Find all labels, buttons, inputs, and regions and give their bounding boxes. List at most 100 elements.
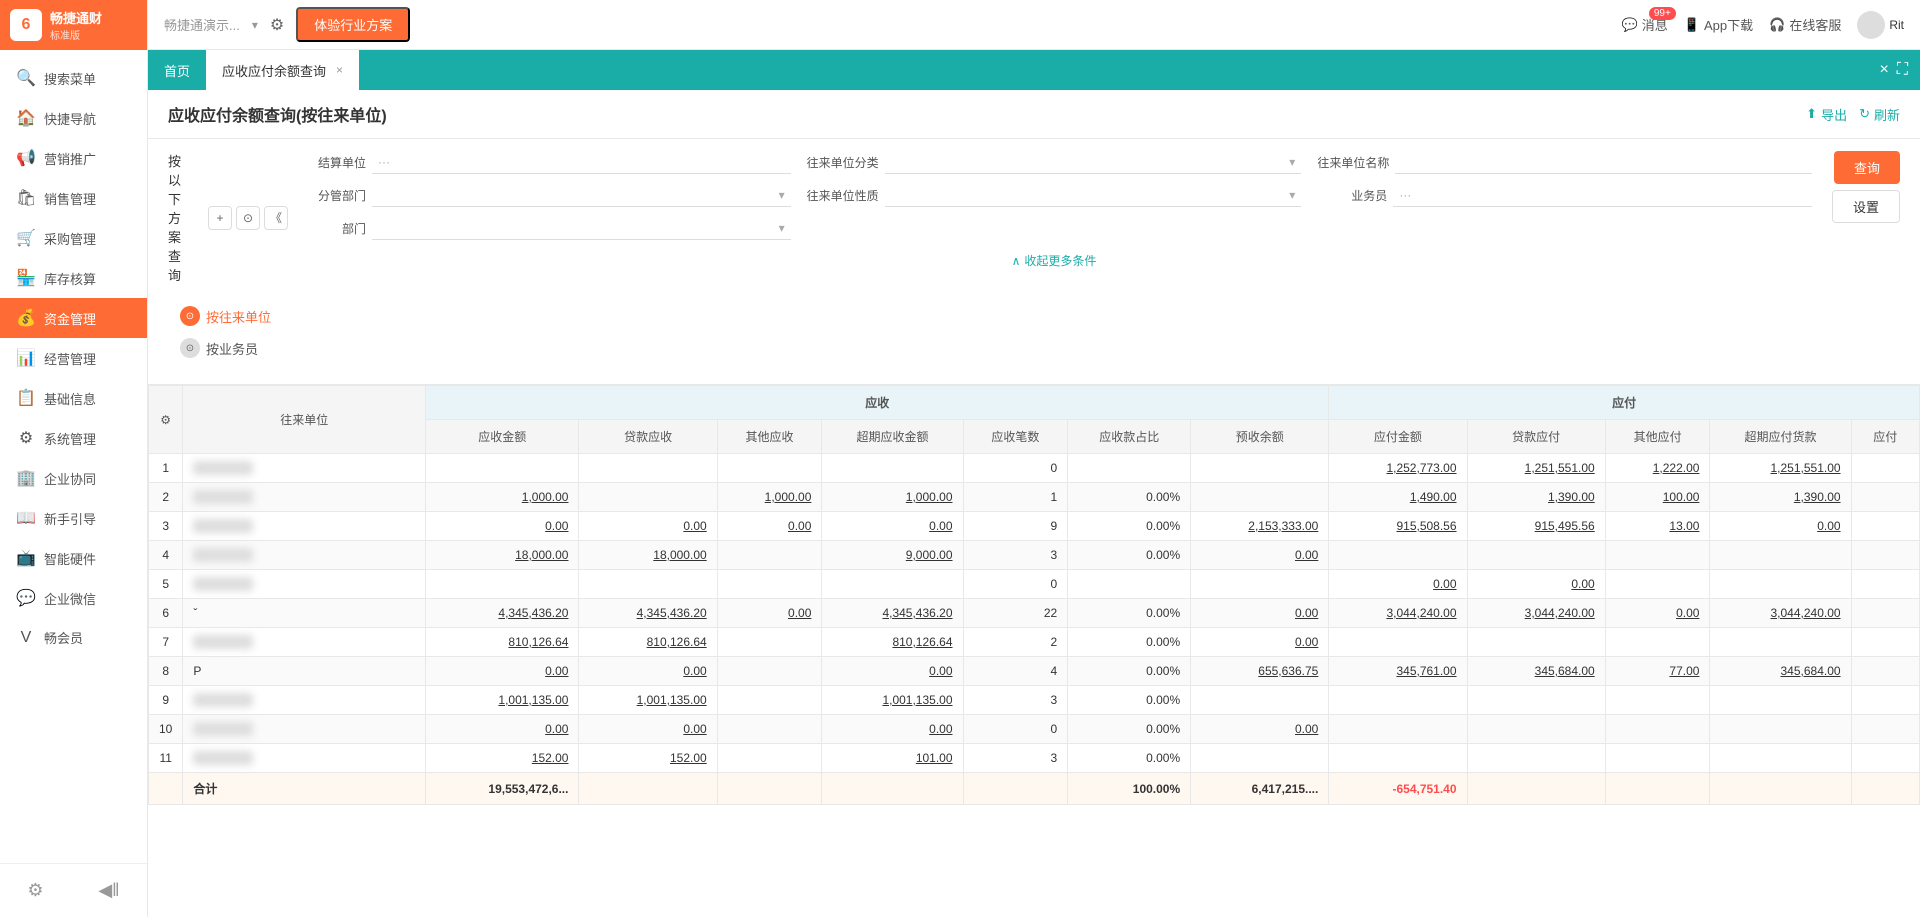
unit-cat-select[interactable]: ▾: [885, 151, 1302, 174]
table-cell-link[interactable]: 1,222.00: [1605, 454, 1710, 483]
table-cell-link[interactable]: 1,390.00: [1467, 483, 1605, 512]
table-cell[interactable]: [717, 541, 822, 570]
table-cell-link[interactable]: 1,251,551.00: [1467, 454, 1605, 483]
table-cell-link[interactable]: 18,000.00: [426, 541, 579, 570]
sidebar-item-newbie[interactable]: 📖 新手引导: [0, 498, 147, 538]
table-cell[interactable]: [717, 686, 822, 715]
table-cell-link[interactable]: 0.00: [1191, 715, 1329, 744]
collapse-more-btn[interactable]: ∧ 收起更多条件: [1006, 246, 1103, 275]
table-cell-link[interactable]: 77.00: [1605, 657, 1710, 686]
table-cell[interactable]: [1467, 541, 1605, 570]
table-cell[interactable]: [717, 715, 822, 744]
table-cell-link[interactable]: 0.00: [717, 599, 822, 628]
sidebar-settings-btn[interactable]: ⚙: [17, 874, 53, 907]
unit-name-input[interactable]: [1395, 151, 1812, 174]
filter-settings-btn[interactable]: ⊙: [236, 206, 260, 230]
table-cell[interactable]: [1605, 570, 1710, 599]
table-cell-link[interactable]: 345,761.00: [1329, 657, 1467, 686]
online-service-button[interactable]: 🎧 在线客服: [1769, 15, 1841, 34]
table-cell-link[interactable]: 0.00: [822, 657, 963, 686]
table-cell-link[interactable]: 13.00: [1605, 512, 1710, 541]
salesman-input[interactable]: ···: [1393, 184, 1812, 207]
dept-manage-select[interactable]: ▾: [372, 184, 791, 207]
sidebar-item-hardware[interactable]: 📺 智能硬件: [0, 538, 147, 578]
unit-nature-select[interactable]: ▾: [885, 184, 1302, 207]
table-cell-link[interactable]: 655,636.75: [1191, 657, 1329, 686]
sidebar-item-bizmanage[interactable]: 📊 经营管理: [0, 338, 147, 378]
table-cell-link[interactable]: 18,000.00: [579, 541, 717, 570]
table-cell-link[interactable]: 0.00: [1191, 541, 1329, 570]
table-cell[interactable]: [579, 483, 717, 512]
table-cell-link[interactable]: 0.00: [579, 512, 717, 541]
table-cell-link[interactable]: 1,000.00: [822, 483, 963, 512]
table-cell-link[interactable]: 1,251,551.00: [1710, 454, 1851, 483]
table-cell-link[interactable]: 3,044,240.00: [1710, 599, 1851, 628]
app-download-button[interactable]: 📱 App下载: [1684, 15, 1753, 34]
refresh-button[interactable]: ↻ 刷新: [1859, 105, 1900, 124]
table-cell-link[interactable]: 152.00: [426, 744, 579, 773]
table-cell[interactable]: [717, 657, 822, 686]
table-cell[interactable]: [1191, 686, 1329, 715]
tab-ar-ap-query[interactable]: 应收应付余额查询 ×: [206, 50, 359, 90]
table-cell[interactable]: [1851, 686, 1919, 715]
window-close-button[interactable]: ×: [1879, 61, 1888, 79]
table-cell[interactable]: [1851, 512, 1919, 541]
table-cell-link[interactable]: 1,001,135.00: [822, 686, 963, 715]
table-cell[interactable]: [717, 570, 822, 599]
sidebar-item-finance[interactable]: 💰 资金管理: [0, 298, 147, 338]
sidebar-item-purchase[interactable]: 🛒 采购管理: [0, 218, 147, 258]
table-cell[interactable]: [1191, 483, 1329, 512]
table-cell-link[interactable]: 1,252,773.00: [1329, 454, 1467, 483]
sidebar-item-inventory[interactable]: 🏪 库存核算: [0, 258, 147, 298]
table-cell[interactable]: [579, 454, 717, 483]
table-cell[interactable]: [1710, 628, 1851, 657]
table-cell-link[interactable]: 810,126.64: [822, 628, 963, 657]
table-cell[interactable]: [1329, 686, 1467, 715]
table-cell[interactable]: [1851, 744, 1919, 773]
table-cell-link[interactable]: 0.00: [1467, 570, 1605, 599]
table-cell[interactable]: [1467, 686, 1605, 715]
sidebar-item-marketing[interactable]: 📢 营销推广: [0, 138, 147, 178]
table-cell[interactable]: [1851, 570, 1919, 599]
settings-gear-icon[interactable]: ⚙: [270, 15, 284, 35]
table-cell-link[interactable]: 0.00: [579, 715, 717, 744]
user-menu[interactable]: Rit: [1857, 11, 1904, 39]
table-cell-link[interactable]: 0.00: [426, 512, 579, 541]
promo-button[interactable]: 体验行业方案: [296, 7, 410, 42]
messages-button[interactable]: 💬 消息 99+: [1622, 15, 1668, 34]
export-button[interactable]: ⬆ 导出: [1806, 105, 1847, 124]
table-cell-link[interactable]: 100.00: [1605, 483, 1710, 512]
filter-add-btn[interactable]: +: [208, 206, 232, 230]
table-cell-link[interactable]: 0.00: [822, 512, 963, 541]
table-cell[interactable]: [1851, 483, 1919, 512]
table-cell[interactable]: [1329, 628, 1467, 657]
table-cell-link[interactable]: 2,153,333.00: [1191, 512, 1329, 541]
table-cell[interactable]: [717, 744, 822, 773]
table-cell[interactable]: [1710, 570, 1851, 599]
table-cell-link[interactable]: 3,044,240.00: [1329, 599, 1467, 628]
table-cell[interactable]: [1329, 715, 1467, 744]
table-cell-link[interactable]: 4,345,436.20: [426, 599, 579, 628]
workspace-arrow[interactable]: ▾: [252, 18, 258, 32]
table-cell-link[interactable]: 0.00: [717, 512, 822, 541]
table-cell[interactable]: [1851, 541, 1919, 570]
table-cell-link[interactable]: 1,390.00: [1710, 483, 1851, 512]
table-cell-link[interactable]: 810,126.64: [579, 628, 717, 657]
table-cell-link[interactable]: 915,495.56: [1467, 512, 1605, 541]
table-cell[interactable]: [1329, 744, 1467, 773]
table-cell-link[interactable]: 0.00: [1329, 570, 1467, 599]
table-cell[interactable]: [1329, 541, 1467, 570]
table-cell[interactable]: [1605, 541, 1710, 570]
table-cell-link[interactable]: 3,044,240.00: [1467, 599, 1605, 628]
query-button[interactable]: 查询: [1834, 151, 1900, 184]
query-option-by-unit[interactable]: ⊙ 按往来单位: [168, 300, 288, 332]
table-cell-link[interactable]: 152.00: [579, 744, 717, 773]
table-cell[interactable]: [822, 454, 963, 483]
sidebar-item-member[interactable]: V 畅会员: [0, 618, 147, 657]
table-cell[interactable]: [1710, 744, 1851, 773]
table-cell-link[interactable]: 101.00: [822, 744, 963, 773]
jisuan-input[interactable]: ···: [372, 151, 791, 174]
table-cell[interactable]: [1851, 599, 1919, 628]
table-cell[interactable]: [1467, 744, 1605, 773]
table-cell[interactable]: [1467, 628, 1605, 657]
